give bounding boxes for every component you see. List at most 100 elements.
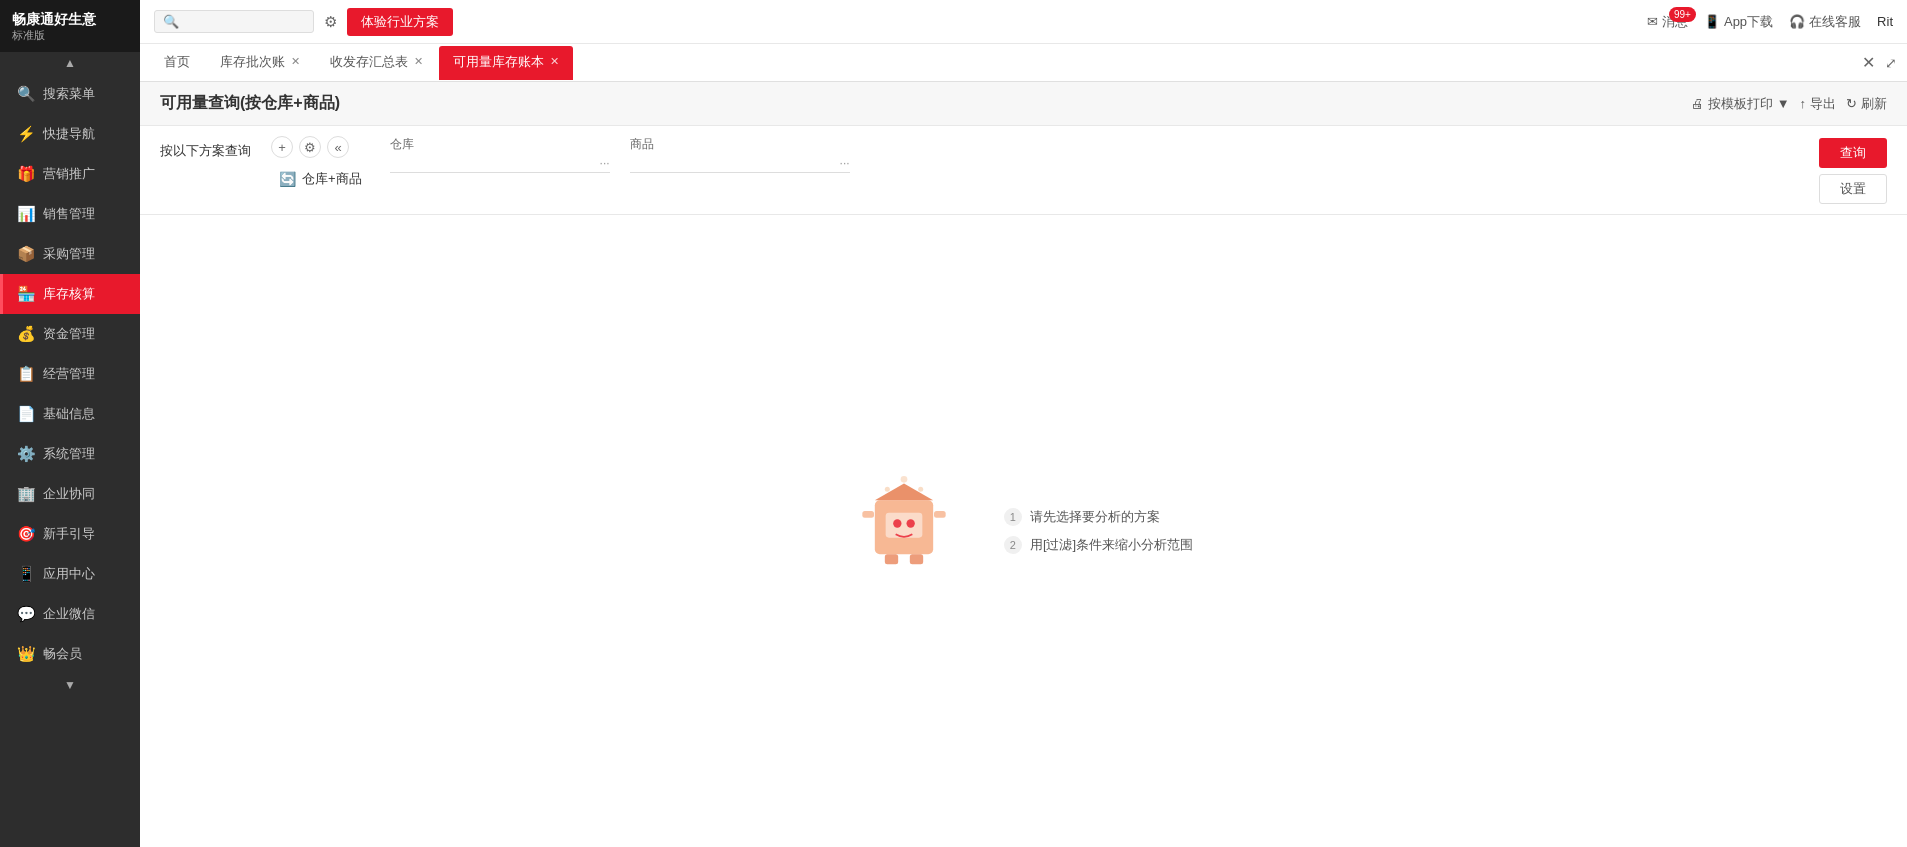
query-label: 按以下方案查询 <box>160 136 251 160</box>
export-button[interactable]: ↑ 导出 <box>1800 95 1837 113</box>
app-download-label: App下载 <box>1724 13 1773 31</box>
sidebar-item-vip[interactable]: 👑畅会员 <box>0 634 140 674</box>
message-button[interactable]: ✉ 99+ 消息 <box>1647 13 1688 31</box>
scheme-warehouse-goods[interactable]: 🔄 仓库+商品 <box>271 166 370 192</box>
sidebar-item-label: 系统管理 <box>43 445 95 463</box>
finance-icon: 💰 <box>17 325 35 343</box>
svg-marker-1 <box>875 484 933 501</box>
content-area: 1 请先选择要分析的方案 2 用[过滤]条件来缩小分析范围 <box>140 215 1907 847</box>
svg-rect-8 <box>910 554 923 564</box>
tab-label-available-ledger: 可用量库存账本 <box>453 53 544 71</box>
step-1-label: 请先选择要分析的方案 <box>1030 508 1160 526</box>
goods-label: 商品 <box>630 136 850 153</box>
query-button[interactable]: 查询 <box>1819 138 1887 168</box>
empty-robot-svg <box>854 471 954 571</box>
svg-point-9 <box>885 487 890 492</box>
sidebar-item-label: 营销推广 <box>43 165 95 183</box>
sidebar-item-label: 快捷导航 <box>43 125 95 143</box>
topbar-right: ✉ 99+ 消息 📱 App下载 🎧 在线客服 Rit <box>1647 13 1893 31</box>
sales-icon: 📊 <box>17 205 35 223</box>
sidebar-item-shortcut[interactable]: ⚡快捷导航 <box>0 114 140 154</box>
settings-button[interactable]: 设置 <box>1819 174 1887 204</box>
tab-batch-ledger[interactable]: 库存批次账✕ <box>206 46 314 80</box>
export-icon: ↑ <box>1800 96 1807 111</box>
app-download-button[interactable]: 📱 App下载 <box>1704 13 1773 31</box>
page-header-actions: 🖨 按模板打印 ▼ ↑ 导出 ↻ 刷新 <box>1691 95 1887 113</box>
empty-step-2: 2 用[过滤]条件来缩小分析范围 <box>1004 536 1193 554</box>
empty-step-1: 1 请先选择要分析的方案 <box>1004 508 1193 526</box>
sidebar-item-purchase[interactable]: 📦采购管理 <box>0 234 140 274</box>
refresh-label: 刷新 <box>1861 95 1887 113</box>
customer-service-button[interactable]: 🎧 在线客服 <box>1789 13 1861 31</box>
main-area: 🔍 ⚙ 体验行业方案 ✉ 99+ 消息 📱 App下载 🎧 在线客服 Rit 首… <box>140 0 1907 847</box>
sidebar-scroll-up[interactable]: ▲ <box>0 52 140 74</box>
basic-icon: 📄 <box>17 405 35 423</box>
sidebar-item-label: 搜索菜单 <box>43 85 95 103</box>
collapse-button[interactable]: « <box>327 136 349 158</box>
svg-rect-6 <box>934 511 946 518</box>
sidebar-header: 畅康通好生意 标准版 <box>0 0 140 52</box>
print-dropdown-icon[interactable]: ▼ <box>1777 96 1790 111</box>
tab-close-available-ledger[interactable]: ✕ <box>550 55 559 68</box>
tab-available-ledger[interactable]: 可用量库存账本 ✕ <box>439 46 573 80</box>
print-template-button[interactable]: 🖨 按模板打印 ▼ <box>1691 95 1790 113</box>
tab-receipt-summary[interactable]: 收发存汇总表✕ <box>316 46 437 80</box>
manage-scheme-button[interactable]: ⚙ <box>299 136 321 158</box>
sidebar-item-basic[interactable]: 📄 基础信息 <box>0 394 140 434</box>
sidebar-item-newbie[interactable]: 🎯新手引导 <box>0 514 140 554</box>
sidebar-item-finance[interactable]: 💰资金管理 <box>0 314 140 354</box>
svg-rect-2 <box>886 513 923 538</box>
tab-close-batch-ledger[interactable]: ✕ <box>291 55 300 68</box>
tab-label-home: 首页 <box>164 53 190 71</box>
scheme-list: + ⚙ « 🔄 仓库+商品 <box>271 136 370 192</box>
headset-icon: 🎧 <box>1789 14 1805 29</box>
sidebar-item-label: 应用中心 <box>43 565 95 583</box>
sidebar-scroll-down[interactable]: ▼ <box>0 674 140 696</box>
query-btn-area: 查询 设置 <box>1819 136 1887 204</box>
export-label: 导出 <box>1810 95 1836 113</box>
user-name[interactable]: Rit <box>1877 14 1893 29</box>
sidebar-item-label: 基础信息 <box>43 405 95 423</box>
refresh-icon: ↻ <box>1846 96 1857 111</box>
sidebar-item-appstore[interactable]: 📱 应用中心 <box>0 554 140 594</box>
sidebar-item-inventory[interactable]: 🏪库存核算 <box>0 274 140 314</box>
message-icon: ✉ <box>1647 14 1658 29</box>
newbie-icon: 🎯 <box>17 525 35 543</box>
close-tab-button[interactable]: ✕ <box>1862 53 1875 72</box>
sidebar-item-operations[interactable]: 📋经营管理 <box>0 354 140 394</box>
goods-more-button[interactable]: ··· <box>840 156 850 170</box>
sidebar-item-sales[interactable]: 📊销售管理 <box>0 194 140 234</box>
warehouse-field: 仓库 ··· <box>390 136 610 173</box>
tab-home[interactable]: 首页 <box>150 46 204 80</box>
sidebar-item-enterprise[interactable]: 🏢企业协同 <box>0 474 140 514</box>
tab-items: 首页库存批次账✕收发存汇总表✕ 可用量库存账本 ✕ <box>150 46 573 80</box>
filter-fields: 仓库 ··· 商品 ··· <box>390 136 1799 173</box>
svg-point-3 <box>893 519 901 527</box>
resize-icon[interactable]: ⤢ <box>1885 55 1897 71</box>
sidebar-item-search[interactable]: 🔍搜索菜单 <box>0 74 140 114</box>
trial-button[interactable]: 体验行业方案 <box>347 8 453 36</box>
refresh-button[interactable]: ↻ 刷新 <box>1846 95 1887 113</box>
sidebar-item-marketing[interactable]: 🎁 营销推广 <box>0 154 140 194</box>
warehouse-more-button[interactable]: ··· <box>600 156 610 170</box>
sidebar-item-wecom[interactable]: 💬企业微信 <box>0 594 140 634</box>
tabbar: 首页库存批次账✕收发存汇总表✕ 可用量库存账本 ✕ ✕ ⤢ <box>140 44 1907 82</box>
settings-icon[interactable]: ⚙ <box>324 13 337 31</box>
marketing-icon: 🎁 <box>17 165 35 183</box>
topbar: 🔍 ⚙ 体验行业方案 ✉ 99+ 消息 📱 App下载 🎧 在线客服 Rit <box>140 0 1907 44</box>
warehouse-input[interactable] <box>390 155 600 170</box>
message-badge: 99+ <box>1669 7 1696 22</box>
empty-illustration <box>854 471 974 591</box>
tab-close-receipt-summary[interactable]: ✕ <box>414 55 423 68</box>
sidebar-item-system[interactable]: ⚙️系统管理 <box>0 434 140 474</box>
sidebar-item-label: 畅会员 <box>43 645 82 663</box>
scheme-icon: 🔄 <box>279 171 296 187</box>
goods-input[interactable] <box>630 155 840 170</box>
customer-service-label: 在线客服 <box>1809 13 1861 31</box>
topbar-search-input[interactable] <box>183 15 303 29</box>
appstore-icon: 📱 <box>17 565 35 583</box>
add-scheme-button[interactable]: + <box>271 136 293 158</box>
topbar-search-box[interactable]: 🔍 <box>154 10 314 33</box>
print-icon: 🖨 <box>1691 96 1704 111</box>
mobile-icon: 📱 <box>1704 14 1720 29</box>
